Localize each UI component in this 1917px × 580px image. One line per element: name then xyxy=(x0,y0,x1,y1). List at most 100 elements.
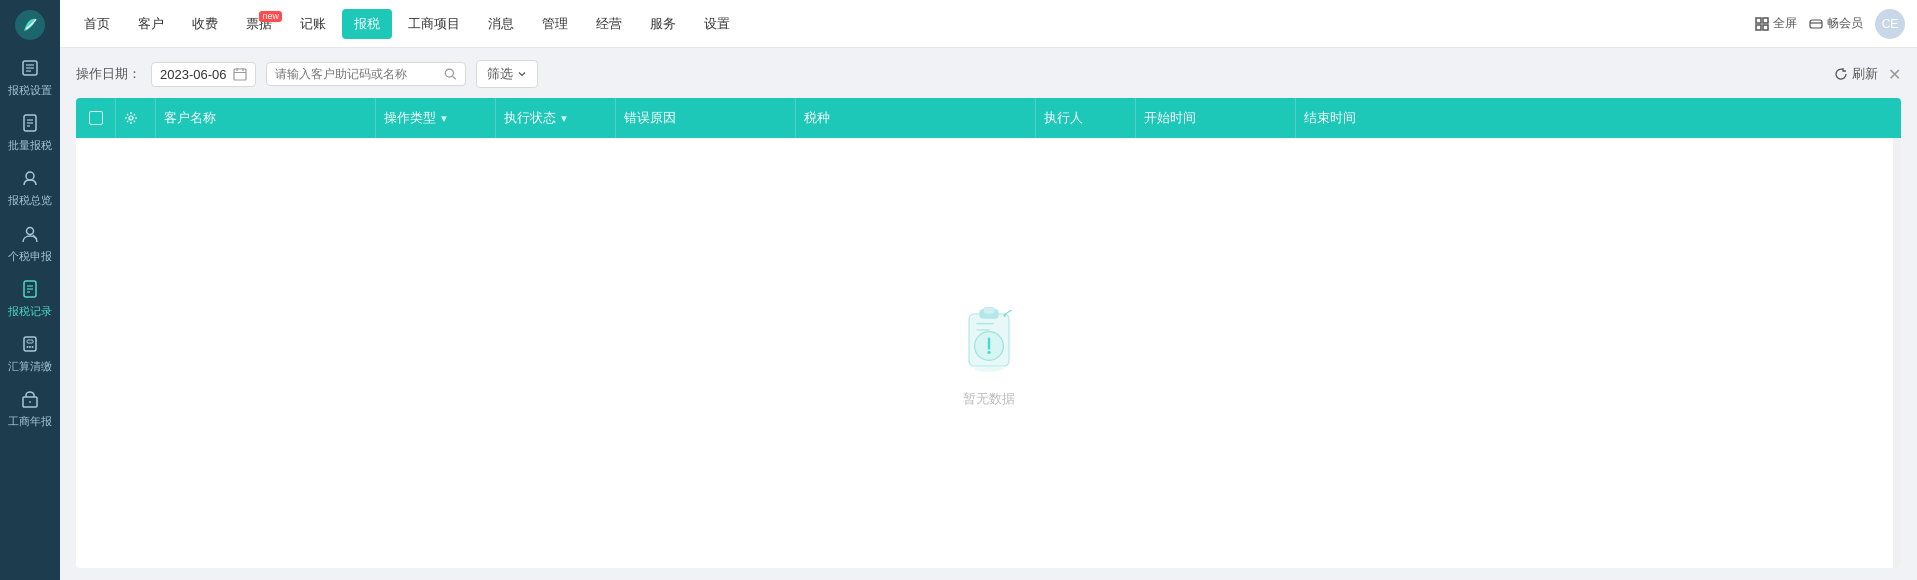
svg-rect-25 xyxy=(1756,25,1761,30)
nav-item-billing[interactable]: 收费 xyxy=(180,9,230,39)
sidebar-item-tax-records[interactable]: 报税记录 xyxy=(0,271,60,326)
search-wrap xyxy=(266,62,466,86)
nav-items: 首页 客户 收费 票据 new 记账 报税 工商项目 消息 管理 经营 服务 设… xyxy=(72,9,1755,39)
new-badge: new xyxy=(259,11,282,22)
sort-icon: ▼ xyxy=(439,113,449,124)
close-button[interactable]: ✕ xyxy=(1888,65,1901,84)
nav-item-ledger[interactable]: 记账 xyxy=(288,9,338,39)
svg-line-34 xyxy=(452,76,455,79)
settings-icon xyxy=(124,111,138,125)
main-container: 首页 客户 收费 票据 new 记账 报税 工商项目 消息 管理 经营 服务 设… xyxy=(60,0,1917,580)
svg-rect-26 xyxy=(1763,25,1768,30)
svg-point-19 xyxy=(29,346,31,348)
svg-rect-17 xyxy=(27,340,33,343)
date-value: 2023-06-06 xyxy=(160,67,227,82)
sidebar-item-batch-tax[interactable]: 批量报税 xyxy=(0,105,60,160)
nav-item-tax[interactable]: 报税 xyxy=(342,9,392,39)
table-container: 客户名称 操作类型 ▼ 执行状态 ▼ 错误原因 税种 执行人 xyxy=(76,98,1901,568)
svg-rect-29 xyxy=(234,69,246,80)
select-all-checkbox[interactable] xyxy=(89,111,103,125)
table-body: 暂无数据 xyxy=(76,138,1901,568)
sidebar-item-label: 报税记录 xyxy=(8,305,52,318)
filter-label: 筛选 xyxy=(487,65,513,83)
batch-tax-icon xyxy=(20,113,40,136)
chevron-down-icon xyxy=(517,69,527,79)
annual-report-icon xyxy=(20,389,40,412)
content-area: 操作日期： 2023-06-06 筛选 xyxy=(60,48,1917,580)
avatar[interactable]: CE xyxy=(1875,9,1905,39)
nav-item-invoice[interactable]: 票据 new xyxy=(234,9,284,39)
member-icon xyxy=(1809,17,1823,31)
th-start-time: 开始时间 xyxy=(1136,98,1296,138)
nav-item-messages[interactable]: 消息 xyxy=(476,9,526,39)
svg-point-41 xyxy=(987,351,990,354)
sort-icon: ▼ xyxy=(559,113,569,124)
search-icon xyxy=(444,67,457,81)
refresh-button[interactable]: 刷新 xyxy=(1834,65,1878,83)
fullscreen-icon xyxy=(1755,17,1769,31)
nav-item-manage[interactable]: 管理 xyxy=(530,9,580,39)
svg-point-46 xyxy=(974,365,1003,371)
scrollbar[interactable] xyxy=(1893,138,1901,568)
svg-rect-38 xyxy=(983,308,994,314)
nav-item-service[interactable]: 服务 xyxy=(638,9,688,39)
nav-item-home[interactable]: 首页 xyxy=(72,9,122,39)
th-client-name: 客户名称 xyxy=(156,98,376,138)
sidebar-item-personal-tax[interactable]: 个税申报 xyxy=(0,216,60,271)
member-btn[interactable]: 畅会员 xyxy=(1809,15,1863,32)
calc-tax-icon xyxy=(20,334,40,357)
nav-item-operate[interactable]: 经营 xyxy=(584,9,634,39)
empty-text: 暂无数据 xyxy=(963,390,1015,408)
svg-rect-24 xyxy=(1763,18,1768,23)
sidebar-item-label: 批量报税 xyxy=(8,139,52,152)
member-label: 畅会员 xyxy=(1827,15,1863,32)
sidebar-item-calc-tax[interactable]: 汇算清缴 xyxy=(0,326,60,381)
svg-rect-23 xyxy=(1756,18,1761,23)
fullscreen-label: 全屏 xyxy=(1773,15,1797,32)
sidebar-item-label: 工商年报 xyxy=(8,415,52,428)
th-settings[interactable] xyxy=(116,98,156,138)
sidebar-item-tax-settings[interactable]: 报税设置 xyxy=(0,50,60,105)
svg-rect-27 xyxy=(1810,20,1822,28)
th-executor: 执行人 xyxy=(1036,98,1136,138)
tax-records-icon xyxy=(20,279,40,302)
th-error-reason: 错误原因 xyxy=(616,98,796,138)
app-logo[interactable] xyxy=(0,0,60,50)
nav-item-client[interactable]: 客户 xyxy=(126,9,176,39)
toolbar: 操作日期： 2023-06-06 筛选 xyxy=(76,60,1901,88)
tax-settings-icon xyxy=(20,58,40,81)
filter-button[interactable]: 筛选 xyxy=(476,60,538,88)
svg-point-10 xyxy=(27,227,34,234)
sidebar-item-label: 个税申报 xyxy=(8,250,52,263)
svg-point-35 xyxy=(129,116,133,120)
svg-point-20 xyxy=(32,346,34,348)
refresh-icon xyxy=(1834,67,1848,81)
svg-rect-16 xyxy=(24,337,36,351)
fullscreen-btn[interactable]: 全屏 xyxy=(1755,15,1797,32)
tax-summary-icon xyxy=(20,168,40,191)
sidebar-item-annual-report[interactable]: 工商年报 xyxy=(0,381,60,436)
th-checkbox[interactable] xyxy=(76,98,116,138)
refresh-label: 刷新 xyxy=(1852,65,1878,83)
date-label: 操作日期： xyxy=(76,65,141,83)
date-picker[interactable]: 2023-06-06 xyxy=(151,62,256,87)
empty-illustration xyxy=(949,298,1029,378)
sidebar: 报税设置 批量报税 报税总览 xyxy=(0,0,60,580)
th-op-type[interactable]: 操作类型 ▼ xyxy=(376,98,496,138)
th-end-time: 结束时间 xyxy=(1296,98,1436,138)
nav-item-business[interactable]: 工商项目 xyxy=(396,9,472,39)
nav-item-settings[interactable]: 设置 xyxy=(692,9,742,39)
sidebar-item-label: 报税设置 xyxy=(8,84,52,97)
th-tax-type: 税种 xyxy=(796,98,1036,138)
sidebar-item-tax-summary[interactable]: 报税总览 xyxy=(0,160,60,215)
sidebar-item-label: 报税总览 xyxy=(8,194,52,207)
empty-state: 暂无数据 xyxy=(949,298,1029,408)
svg-point-33 xyxy=(445,69,453,77)
avatar-text: CE xyxy=(1882,17,1899,31)
th-exec-status[interactable]: 执行状态 ▼ xyxy=(496,98,616,138)
search-input[interactable] xyxy=(275,67,438,81)
calendar-icon xyxy=(233,67,247,81)
svg-point-9 xyxy=(26,172,34,180)
svg-point-18 xyxy=(27,346,29,348)
topnav-right: 全屏 畅会员 CE xyxy=(1755,9,1905,39)
